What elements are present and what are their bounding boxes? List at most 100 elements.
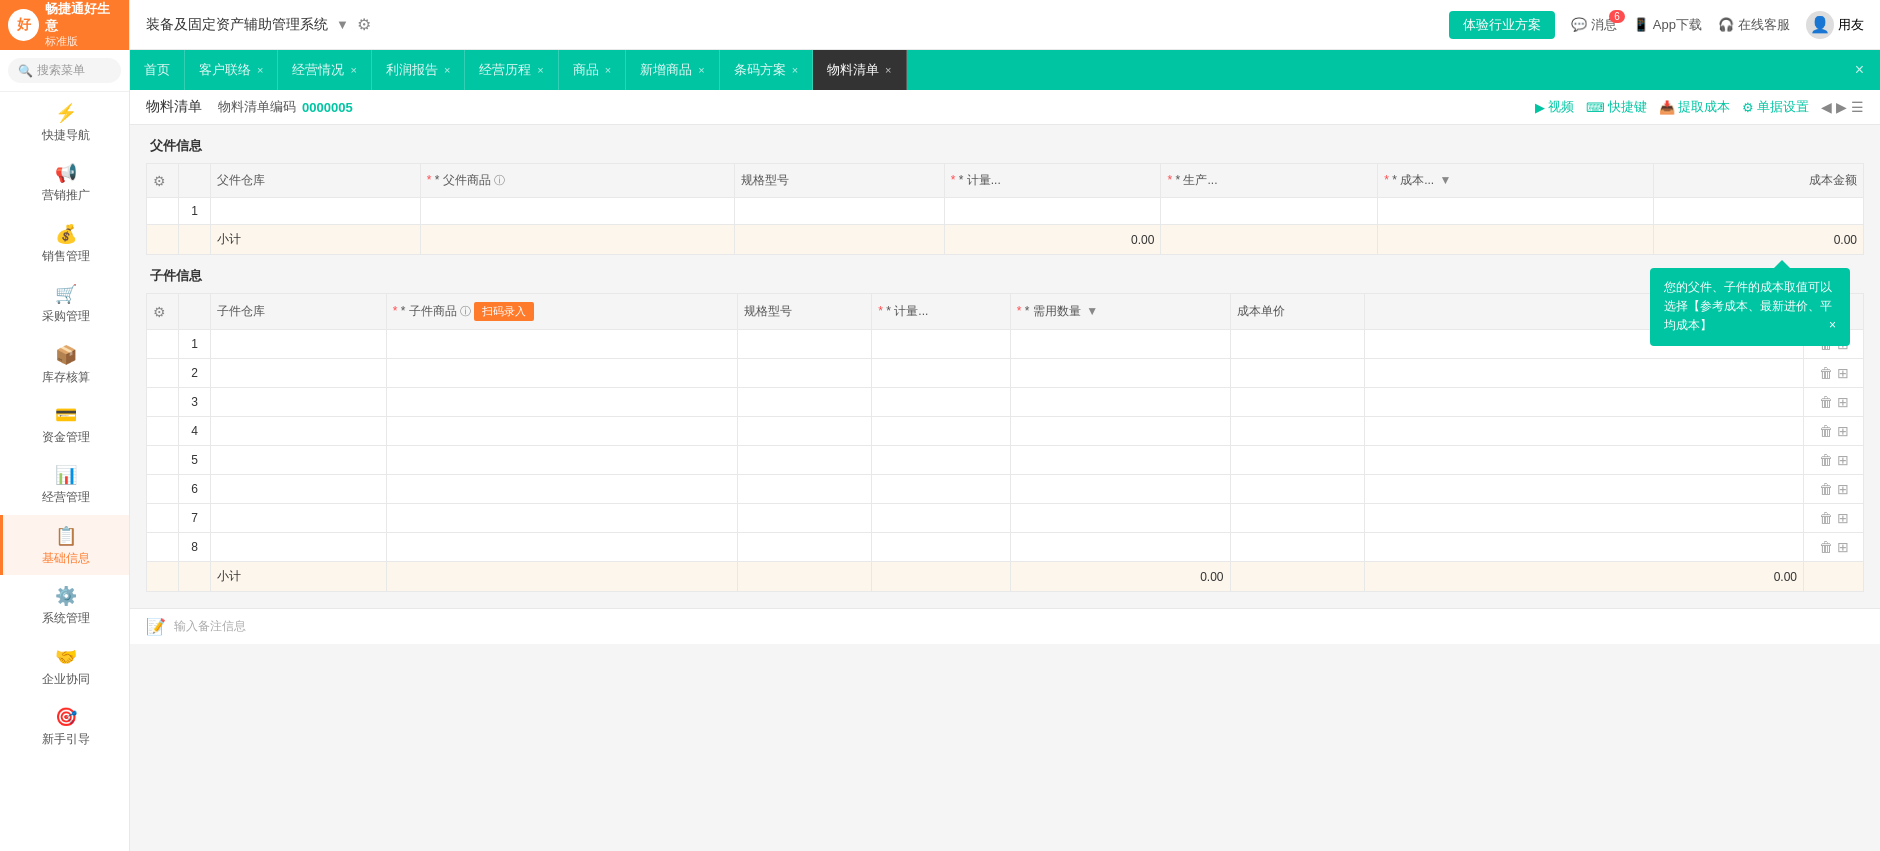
tab-bom[interactable]: 物料清单 × — [813, 50, 906, 90]
tab-operations[interactable]: 经营情况 × — [278, 50, 371, 90]
sidebar-item-sales[interactable]: 💰 销售管理 — [0, 213, 129, 273]
nav-prev-btn[interactable]: ◀ — [1821, 99, 1832, 115]
tab-close-operations[interactable]: × — [350, 64, 356, 76]
child-cell-unit-7[interactable] — [872, 504, 1010, 533]
tab-close-bom[interactable]: × — [885, 64, 891, 76]
child-th-settings[interactable]: ⚙ — [147, 294, 179, 330]
parent-cell-warehouse-1[interactable] — [211, 198, 421, 225]
search-input[interactable]: 🔍 搜索菜单 — [8, 58, 121, 83]
child-cell-spec-5[interactable] — [738, 446, 872, 475]
child-cell-quantity-4[interactable] — [1010, 417, 1230, 446]
tab-close-new-product[interactable]: × — [698, 64, 704, 76]
copy-icon-5[interactable]: ⊞ — [1837, 452, 1849, 468]
dropdown-icon[interactable]: ▼ — [336, 17, 349, 32]
tooltip-close-btn[interactable]: × — [1829, 316, 1836, 335]
tab-history[interactable]: 经营历程 × — [465, 50, 558, 90]
copy-icon-2[interactable]: ⊞ — [1837, 365, 1849, 381]
child-cell-spec-3[interactable] — [738, 388, 872, 417]
child-cell-unit-3[interactable] — [872, 388, 1010, 417]
child-cell-unitcost-4[interactable] — [1230, 417, 1364, 446]
child-cell-unitcost-8[interactable] — [1230, 533, 1364, 562]
child-cell-unitcost-5[interactable] — [1230, 446, 1364, 475]
child-cell-warehouse-7[interactable] — [211, 504, 387, 533]
message-btn[interactable]: 💬 消息 6 — [1571, 16, 1617, 34]
child-cell-warehouse-2[interactable] — [211, 359, 387, 388]
child-cell-product-5[interactable] — [386, 446, 738, 475]
child-cell-spec-8[interactable] — [738, 533, 872, 562]
child-cell-unit-5[interactable] — [872, 446, 1010, 475]
sidebar-item-inventory[interactable]: 📦 库存核算 — [0, 334, 129, 394]
child-cell-unitcost-3[interactable] — [1230, 388, 1364, 417]
child-cell-unitcost-2[interactable] — [1230, 359, 1364, 388]
child-cell-unitcost-6[interactable] — [1230, 475, 1364, 504]
sidebar-item-management[interactable]: 📊 经营管理 — [0, 454, 129, 514]
shortcut-link[interactable]: ⌨ 快捷键 — [1586, 98, 1647, 116]
child-cell-product-6[interactable] — [386, 475, 738, 504]
delete-icon-7[interactable]: 🗑 — [1819, 510, 1833, 526]
app-download-btn[interactable]: 📱 App下载 — [1633, 16, 1702, 34]
child-cell-spec-4[interactable] — [738, 417, 872, 446]
parent-cell-spec-1[interactable] — [734, 198, 944, 225]
scan-btn[interactable]: 扫码录入 — [474, 302, 534, 321]
delete-icon-6[interactable]: 🗑 — [1819, 481, 1833, 497]
child-cell-spec-7[interactable] — [738, 504, 872, 533]
child-cell-product-8[interactable] — [386, 533, 738, 562]
child-cell-spec-2[interactable] — [738, 359, 872, 388]
child-cell-unit-4[interactable] — [872, 417, 1010, 446]
child-cell-warehouse-4[interactable] — [211, 417, 387, 446]
sidebar-item-basic-info[interactable]: 📋 基础信息 — [0, 515, 129, 575]
child-cell-unitcost-1[interactable] — [1230, 330, 1364, 359]
child-cell-warehouse-8[interactable] — [211, 533, 387, 562]
nav-next-btn[interactable]: ▶ — [1836, 99, 1847, 115]
doc-settings-link[interactable]: ⚙ 单据设置 — [1742, 98, 1809, 116]
trial-button[interactable]: 体验行业方案 — [1449, 11, 1555, 39]
child-cell-warehouse-1[interactable] — [211, 330, 387, 359]
user-area[interactable]: 👤 用友 — [1806, 11, 1864, 39]
sidebar-item-finance[interactable]: 💳 资金管理 — [0, 394, 129, 454]
tab-customer[interactable]: 客户联络 × — [185, 50, 278, 90]
child-cell-product-7[interactable] — [386, 504, 738, 533]
tab-close-customer[interactable]: × — [257, 64, 263, 76]
child-cell-product-1[interactable] — [386, 330, 738, 359]
parent-th-settings[interactable]: ⚙ — [147, 164, 179, 198]
sidebar-item-marketing[interactable]: 📢 营销推广 — [0, 152, 129, 212]
child-cell-warehouse-3[interactable] — [211, 388, 387, 417]
parent-cell-cost-1[interactable] — [1378, 198, 1654, 225]
video-link[interactable]: ▶ 视频 — [1535, 98, 1574, 116]
list-view-btn[interactable]: ☰ — [1851, 99, 1864, 115]
child-cell-product-2[interactable] — [386, 359, 738, 388]
delete-icon-5[interactable]: 🗑 — [1819, 452, 1833, 468]
tab-bar-close-btn[interactable]: × — [1847, 61, 1872, 79]
delete-icon-3[interactable]: 🗑 — [1819, 394, 1833, 410]
copy-icon-6[interactable]: ⊞ — [1837, 481, 1849, 497]
parent-cell-production-1[interactable] — [1161, 198, 1378, 225]
extract-cost-link[interactable]: 📥 提取成本 — [1659, 98, 1730, 116]
sidebar-item-system[interactable]: ⚙️ 系统管理 — [0, 575, 129, 635]
sidebar-item-guide[interactable]: 🎯 新手引导 — [0, 696, 129, 756]
copy-icon-3[interactable]: ⊞ — [1837, 394, 1849, 410]
tab-close-history[interactable]: × — [537, 64, 543, 76]
copy-icon-7[interactable]: ⊞ — [1837, 510, 1849, 526]
child-cell-quantity-2[interactable] — [1010, 359, 1230, 388]
child-cell-warehouse-5[interactable] — [211, 446, 387, 475]
child-cell-quantity-6[interactable] — [1010, 475, 1230, 504]
child-cell-quantity-8[interactable] — [1010, 533, 1230, 562]
tab-close-profit[interactable]: × — [444, 64, 450, 76]
copy-icon-8[interactable]: ⊞ — [1837, 539, 1849, 555]
sidebar-item-quick-nav[interactable]: ⚡ 快捷导航 — [0, 92, 129, 152]
online-support-btn[interactable]: 🎧 在线客服 — [1718, 16, 1790, 34]
child-cell-warehouse-6[interactable] — [211, 475, 387, 504]
child-cell-spec-6[interactable] — [738, 475, 872, 504]
child-cell-quantity-7[interactable] — [1010, 504, 1230, 533]
settings-icon[interactable]: ⚙ — [357, 15, 371, 34]
tab-home[interactable]: 首页 — [130, 50, 185, 90]
delete-icon-2[interactable]: 🗑 — [1819, 365, 1833, 381]
child-cell-spec-1[interactable] — [738, 330, 872, 359]
child-cell-quantity-5[interactable] — [1010, 446, 1230, 475]
child-cell-unit-2[interactable] — [872, 359, 1010, 388]
child-cell-unit-1[interactable] — [872, 330, 1010, 359]
tab-close-product[interactable]: × — [605, 64, 611, 76]
sidebar-item-purchase[interactable]: 🛒 采购管理 — [0, 273, 129, 333]
tab-barcode[interactable]: 条码方案 × — [720, 50, 813, 90]
delete-icon-4[interactable]: 🗑 — [1819, 423, 1833, 439]
